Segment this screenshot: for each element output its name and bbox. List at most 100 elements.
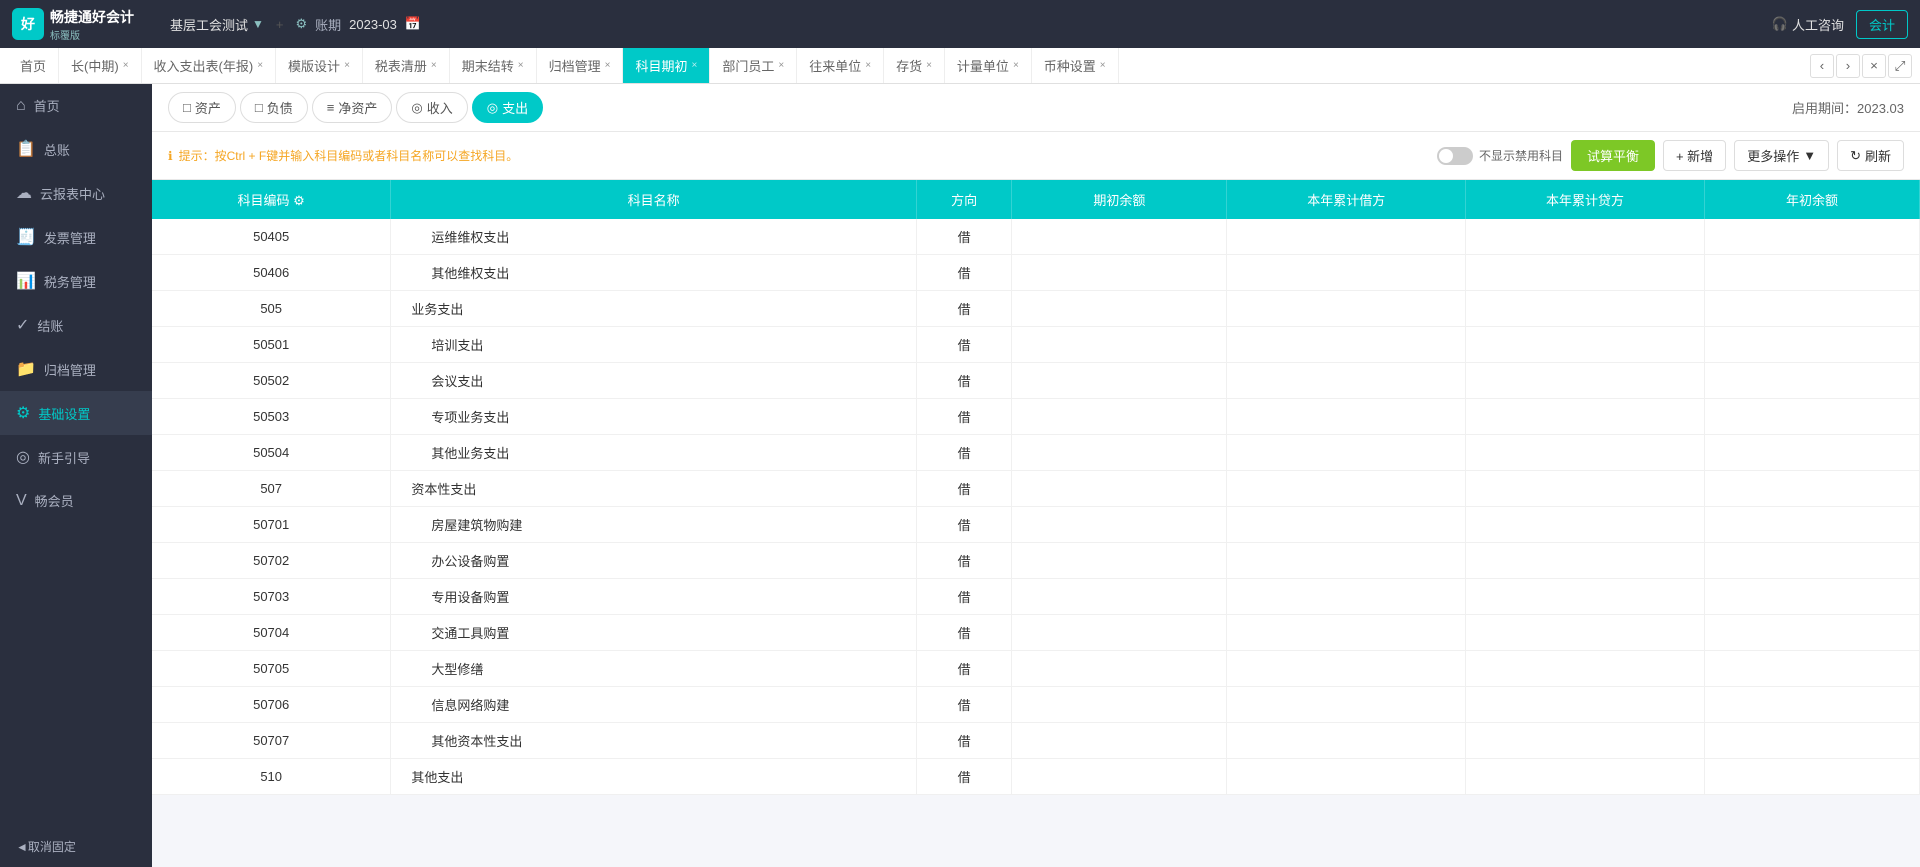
tab-unit-close[interactable]: × bbox=[1013, 60, 1019, 71]
tab-tax-table-close[interactable]: × bbox=[431, 60, 437, 71]
help-button[interactable]: 🎧 人工咨询 bbox=[1772, 15, 1844, 34]
tab-template-close[interactable]: × bbox=[344, 60, 350, 71]
calendar-icon[interactable]: 📅 bbox=[405, 16, 421, 32]
table-row[interactable]: 50701房屋建筑物购建借 bbox=[152, 507, 1920, 543]
table-row[interactable]: 50705大型修缮借 bbox=[152, 651, 1920, 687]
tab-inventory[interactable]: 存货 × bbox=[884, 48, 945, 84]
table-row[interactable]: 50503专项业务支出借 bbox=[152, 399, 1920, 435]
sidebar-item-ledger[interactable]: 📋 总账 bbox=[0, 127, 152, 171]
tab-period-closing-close[interactable]: × bbox=[518, 60, 524, 71]
toggle-disabled-subjects[interactable]: 不显示禁用科目 bbox=[1437, 147, 1563, 165]
tab-currency[interactable]: 币种设置 × bbox=[1032, 48, 1119, 84]
sidebar-item-settings[interactable]: ⚙ 基础设置 bbox=[0, 391, 152, 435]
cell-year-start bbox=[1704, 723, 1919, 759]
invoice-icon: 🧾 bbox=[16, 227, 36, 247]
tab-next-btn[interactable]: › bbox=[1836, 54, 1860, 78]
tab-template[interactable]: 模版设计 × bbox=[276, 48, 363, 84]
tab-archive-close[interactable]: × bbox=[605, 60, 611, 71]
refresh-button[interactable]: ↻ 刷新 bbox=[1837, 140, 1904, 171]
table-row[interactable]: 50405运维维权支出借 bbox=[152, 219, 1920, 255]
cell-ytd-debit bbox=[1227, 435, 1466, 471]
sidebar-item-tax[interactable]: 📊 税务管理 bbox=[0, 259, 152, 303]
sub-tab-income[interactable]: ◎ 收入 bbox=[396, 92, 467, 123]
balance-button[interactable]: 试算平衡 bbox=[1571, 140, 1655, 171]
tab-archive[interactable]: 归档管理 × bbox=[537, 48, 624, 84]
tab-home[interactable]: 首页 bbox=[8, 48, 59, 84]
table-row[interactable]: 510其他支出借 bbox=[152, 759, 1920, 795]
account-button[interactable]: 会计 bbox=[1856, 10, 1908, 39]
sidebar-item-report[interactable]: ☁ 云报表中心 bbox=[0, 171, 152, 215]
tab-subject-initial[interactable]: 科目期初 × bbox=[623, 48, 710, 84]
guide-icon: ◎ bbox=[16, 447, 30, 467]
cell-year-start bbox=[1704, 291, 1919, 327]
cell-direction: 借 bbox=[916, 291, 1012, 327]
tab-prev-btn[interactable]: ‹ bbox=[1810, 54, 1834, 78]
table-row[interactable]: 50702办公设备购置借 bbox=[152, 543, 1920, 579]
tab-contacts-close[interactable]: × bbox=[865, 60, 871, 71]
cell-code: 505 bbox=[152, 291, 391, 327]
cell-year-start bbox=[1704, 255, 1919, 291]
sub-tab-expenditure[interactable]: ◎ 支出 bbox=[472, 92, 543, 123]
cell-year-start bbox=[1704, 327, 1919, 363]
more-operations-button[interactable]: 更多操作 ▼ bbox=[1734, 140, 1829, 171]
cell-direction: 借 bbox=[916, 507, 1012, 543]
cell-name: 会议支出 bbox=[391, 363, 916, 399]
col-ytd-credit: 本年累计贷方 bbox=[1466, 180, 1705, 219]
sub-tab-liabilities[interactable]: □ 负债 bbox=[240, 92, 308, 123]
tab-subject-initial-close[interactable]: × bbox=[692, 60, 698, 71]
table-row[interactable]: 50504其他业务支出借 bbox=[152, 435, 1920, 471]
cancel-fixed-btn[interactable]: ◄取消固定 bbox=[0, 826, 152, 867]
table-row[interactable]: 50502会议支出借 bbox=[152, 363, 1920, 399]
settings-icon[interactable]: ⚙ bbox=[296, 16, 308, 32]
logo-text: 畅捷通好会计 bbox=[50, 7, 134, 27]
tab-department-close[interactable]: × bbox=[778, 60, 784, 71]
switch-control[interactable] bbox=[1437, 147, 1473, 165]
sidebar-item-guide[interactable]: ◎ 新手引导 bbox=[0, 435, 152, 479]
sidebar-item-closing[interactable]: ✓ 结账 bbox=[0, 303, 152, 347]
table-row[interactable]: 50703专用设备购置借 bbox=[152, 579, 1920, 615]
tab-contacts[interactable]: 往来单位 × bbox=[797, 48, 884, 84]
add-company-btn[interactable]: + bbox=[276, 17, 284, 32]
tab-inventory-close[interactable]: × bbox=[926, 60, 932, 71]
cell-code: 510 bbox=[152, 759, 391, 795]
tab-department[interactable]: 部门员工 × bbox=[710, 48, 797, 84]
cell-ytd-credit bbox=[1466, 687, 1705, 723]
tab-medium-report-close[interactable]: × bbox=[123, 60, 129, 71]
table-row[interactable]: 50704交通工具购置借 bbox=[152, 615, 1920, 651]
cell-code: 50502 bbox=[152, 363, 391, 399]
tab-annual-report[interactable]: 收入支出表(年报) × bbox=[142, 48, 277, 84]
table-row[interactable]: 50406其他维权支出借 bbox=[152, 255, 1920, 291]
table-row[interactable]: 50706信息网络购建借 bbox=[152, 687, 1920, 723]
tab-period-closing[interactable]: 期末结转 × bbox=[450, 48, 537, 84]
table-row[interactable]: 50707其他资本性支出借 bbox=[152, 723, 1920, 759]
sidebar-item-tax-label: 税务管理 bbox=[44, 272, 96, 291]
tab-expand-btn[interactable]: ⤢ bbox=[1888, 54, 1912, 78]
sidebar-item-member[interactable]: V 畅会员 bbox=[0, 479, 152, 522]
cell-ytd-debit bbox=[1227, 219, 1466, 255]
table-row[interactable]: 505业务支出借 bbox=[152, 291, 1920, 327]
tab-tax-table[interactable]: 税表清册 × bbox=[363, 48, 450, 84]
cell-ytd-debit bbox=[1227, 687, 1466, 723]
sub-tab-net-assets[interactable]: ≡ 净资产 bbox=[312, 92, 393, 123]
cell-code: 50703 bbox=[152, 579, 391, 615]
table-row[interactable]: 507资本性支出借 bbox=[152, 471, 1920, 507]
sidebar-item-archive-label: 归档管理 bbox=[44, 360, 96, 379]
tab-annual-report-close[interactable]: × bbox=[257, 60, 263, 71]
table-row[interactable]: 50501培训支出借 bbox=[152, 327, 1920, 363]
sub-tab-assets[interactable]: □ 资产 bbox=[168, 92, 236, 123]
tab-medium-report[interactable]: 长(中期) × bbox=[59, 48, 142, 84]
new-button[interactable]: + 新增 bbox=[1663, 140, 1726, 171]
sidebar-item-home-label: 首页 bbox=[34, 96, 60, 115]
info-icon: ℹ bbox=[168, 149, 173, 163]
company-selector[interactable]: 基层工会测试 ▼ bbox=[170, 15, 264, 34]
cell-ytd-debit bbox=[1227, 255, 1466, 291]
sub-tab-bar: □ 资产 □ 负债 ≡ 净资产 ◎ 收入 ◎ 支出 启用期间：2023.03 bbox=[152, 84, 1920, 132]
sidebar-item-home[interactable]: ⌂ 首页 bbox=[0, 84, 152, 127]
tab-nav-buttons: ‹ › × ⤢ bbox=[1810, 54, 1912, 78]
sidebar-item-archive[interactable]: 📁 归档管理 bbox=[0, 347, 152, 391]
tab-unit[interactable]: 计量单位 × bbox=[945, 48, 1032, 84]
tab-currency-close[interactable]: × bbox=[1100, 60, 1106, 71]
sidebar-item-invoice[interactable]: 🧾 发票管理 bbox=[0, 215, 152, 259]
tab-close-all-btn[interactable]: × bbox=[1862, 54, 1886, 78]
liabilities-icon: □ bbox=[255, 100, 263, 115]
